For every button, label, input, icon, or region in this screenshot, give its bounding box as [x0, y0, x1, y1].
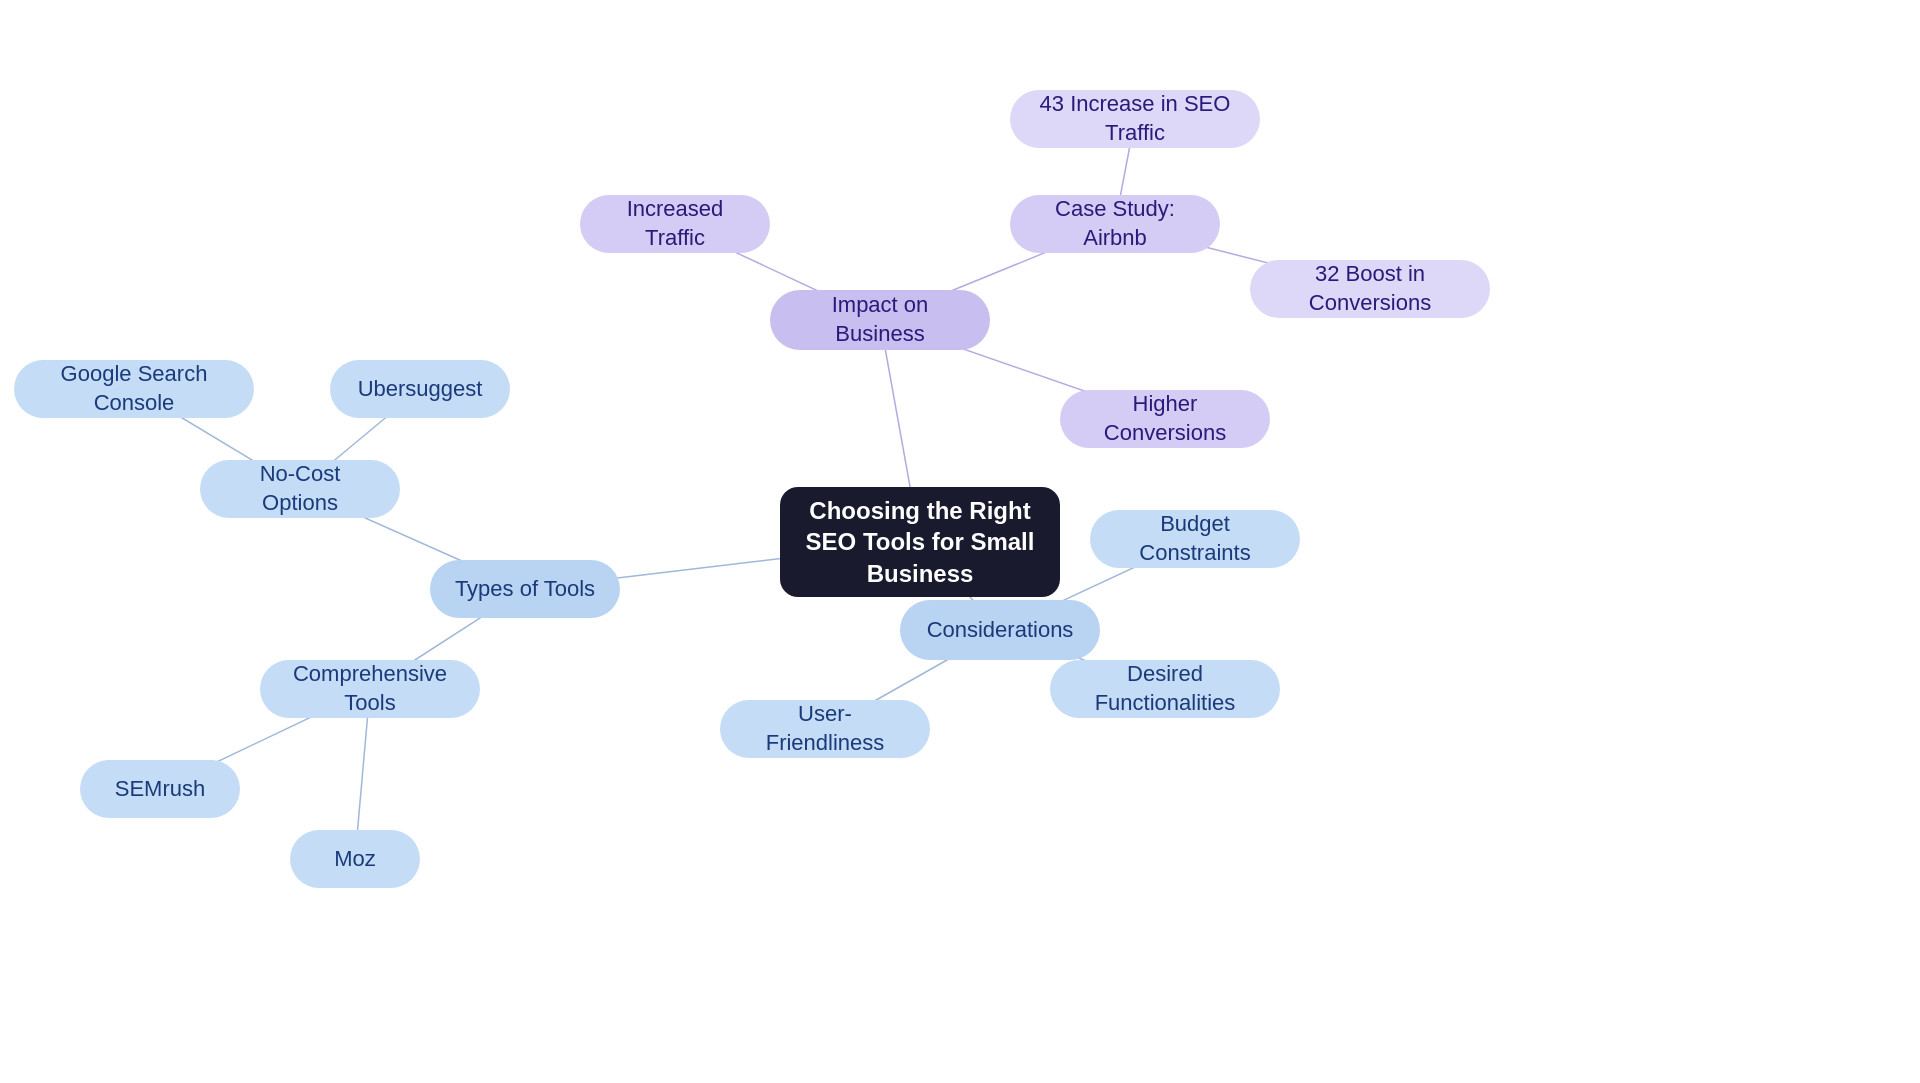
node-seo-traffic: 43 Increase in SEO Traffic: [1010, 90, 1260, 148]
node-comprehensive: Comprehensive Tools: [260, 660, 480, 718]
node-considerations: Considerations: [900, 600, 1100, 660]
node-semrush: SEMrush: [80, 760, 240, 818]
node-budget: Budget Constraints: [1090, 510, 1300, 568]
node-desired-func: Desired Functionalities: [1050, 660, 1280, 718]
node-impact: Impact on Business: [770, 290, 990, 350]
node-case-study: Case Study: Airbnb: [1010, 195, 1220, 253]
node-types-tools: Types of Tools: [430, 560, 620, 618]
node-higher-conversions: Higher Conversions: [1060, 390, 1270, 448]
node-google-search: Google Search Console: [14, 360, 254, 418]
node-moz: Moz: [290, 830, 420, 888]
node-center: Choosing the Right SEO Tools for Small B…: [780, 487, 1060, 597]
node-ubersuggest: Ubersuggest: [330, 360, 510, 418]
node-no-cost: No-Cost Options: [200, 460, 400, 518]
node-user-friendly: User-Friendliness: [720, 700, 930, 758]
node-boost-conversions: 32 Boost in Conversions: [1250, 260, 1490, 318]
mind-map-container: Choosing the Right SEO Tools for Small B…: [0, 0, 1920, 1083]
node-increased-traffic: Increased Traffic: [580, 195, 770, 253]
